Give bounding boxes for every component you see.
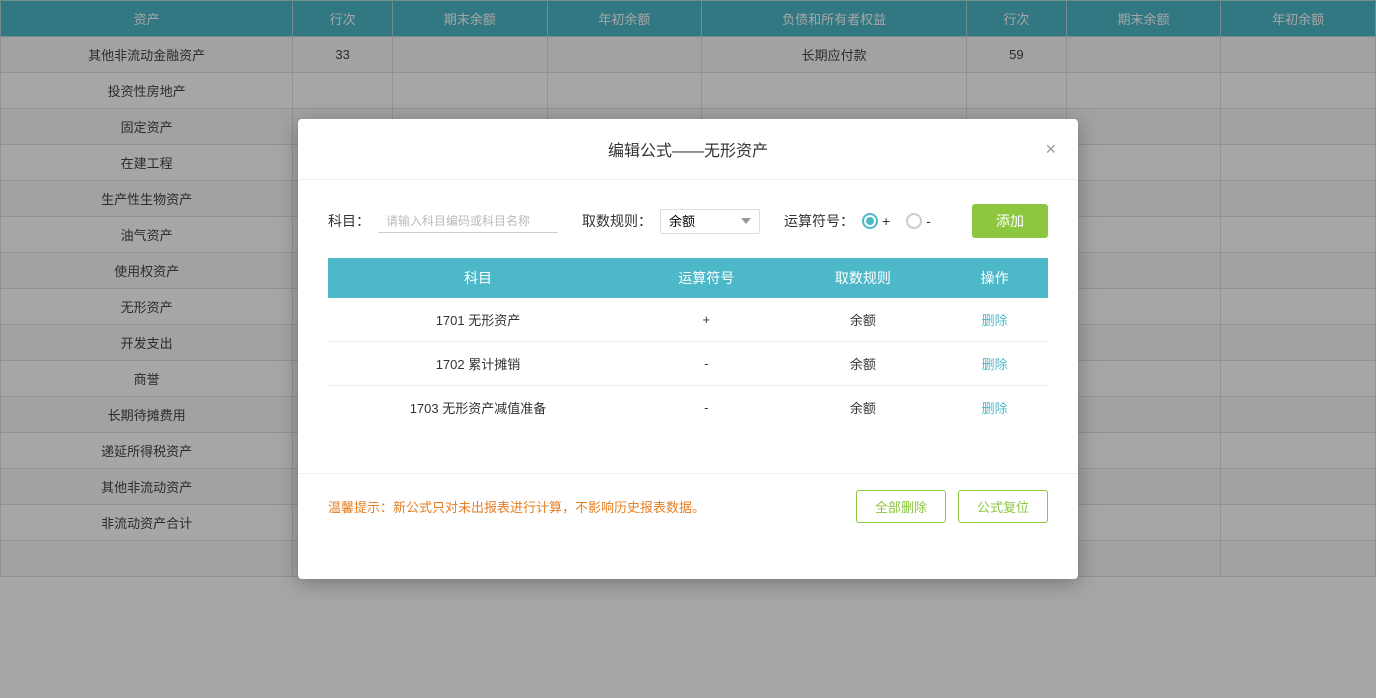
col-operator: 运算符号	[628, 258, 785, 298]
delete-button-1[interactable]: 删除	[982, 310, 1008, 329]
reset-formula-button[interactable]: 公式复位	[958, 490, 1048, 523]
rule-select-wrap: 余额 借方 贷方 借方发生额 贷方发生额	[660, 209, 760, 234]
table-header-row: 科目 运算符号 取数规则 操作	[328, 258, 1048, 298]
formula-row-1: 1701 无形资产 + 余额 删除	[328, 298, 1048, 342]
row3-subject: 1703 无形资产减值准备	[328, 386, 628, 430]
radio-minus-circle	[906, 213, 922, 229]
rule-group: 取数规则： 余额 借方 贷方 借方发生额 贷方发生额	[582, 209, 760, 234]
row2-rule: 余额	[785, 342, 942, 386]
delete-button-2[interactable]: 删除	[982, 354, 1008, 373]
operator-label: 运算符号：	[784, 211, 854, 231]
row1-operator: +	[628, 298, 785, 342]
modal-footer: 温馨提示：新公式只对未出报表进行计算，不影响历史报表数据。 全部删除 公式复位	[298, 473, 1078, 539]
radio-plus-label: +	[882, 213, 890, 229]
modal-overlay: 编辑公式——无形资产 × 科目： 取数规则： 余额 借方	[0, 0, 1376, 698]
rule-label: 取数规则：	[582, 211, 652, 231]
radio-plus-circle	[862, 213, 878, 229]
footer-buttons: 全部删除 公式复位	[856, 490, 1048, 523]
subject-input[interactable]	[378, 209, 558, 233]
formula-row-2: 1702 累计摊销 - 余额 删除	[328, 342, 1048, 386]
modal-close-button[interactable]: ×	[1039, 138, 1062, 160]
delete-all-button[interactable]: 全部删除	[856, 490, 946, 523]
row3-rule: 余额	[785, 386, 942, 430]
radio-minus-label: -	[926, 213, 931, 229]
row3-operator: -	[628, 386, 785, 430]
footer-tip: 温馨提示：新公式只对未出报表进行计算，不影响历史报表数据。	[328, 497, 705, 516]
row2-subject: 1702 累计摊销	[328, 342, 628, 386]
row2-action: 删除	[941, 342, 1048, 386]
col-action: 操作	[941, 258, 1048, 298]
col-rule: 取数规则	[785, 258, 942, 298]
subject-group: 科目：	[328, 209, 558, 233]
formula-row-3: 1703 无形资产减值准备 - 余额 删除	[328, 386, 1048, 430]
row3-action: 删除	[941, 386, 1048, 430]
row1-subject: 1701 无形资产	[328, 298, 628, 342]
radio-minus[interactable]: -	[906, 213, 931, 229]
row1-action: 删除	[941, 298, 1048, 342]
modal-header: 编辑公式——无形资产 ×	[298, 119, 1078, 180]
subject-label: 科目：	[328, 211, 370, 231]
form-row: 科目： 取数规则： 余额 借方 贷方 借方发生额 贷方发生额	[328, 204, 1048, 238]
modal-title: 编辑公式——无形资产	[608, 137, 768, 161]
row2-operator: -	[628, 342, 785, 386]
rule-select[interactable]: 余额 借方 贷方 借方发生额 贷方发生额	[660, 209, 760, 234]
formula-table: 科目 运算符号 取数规则 操作 1701 无形资产 + 余额 删除	[328, 258, 1048, 429]
delete-button-3[interactable]: 删除	[982, 398, 1008, 417]
radio-group: + -	[862, 213, 931, 229]
add-button[interactable]: 添加	[972, 204, 1048, 238]
col-subject: 科目	[328, 258, 628, 298]
operator-group: 运算符号： + -	[784, 211, 931, 231]
row1-rule: 余额	[785, 298, 942, 342]
radio-plus[interactable]: +	[862, 213, 890, 229]
edit-formula-modal: 编辑公式——无形资产 × 科目： 取数规则： 余额 借方	[298, 119, 1078, 579]
modal-body: 科目： 取数规则： 余额 借方 贷方 借方发生额 贷方发生额	[298, 180, 1078, 473]
